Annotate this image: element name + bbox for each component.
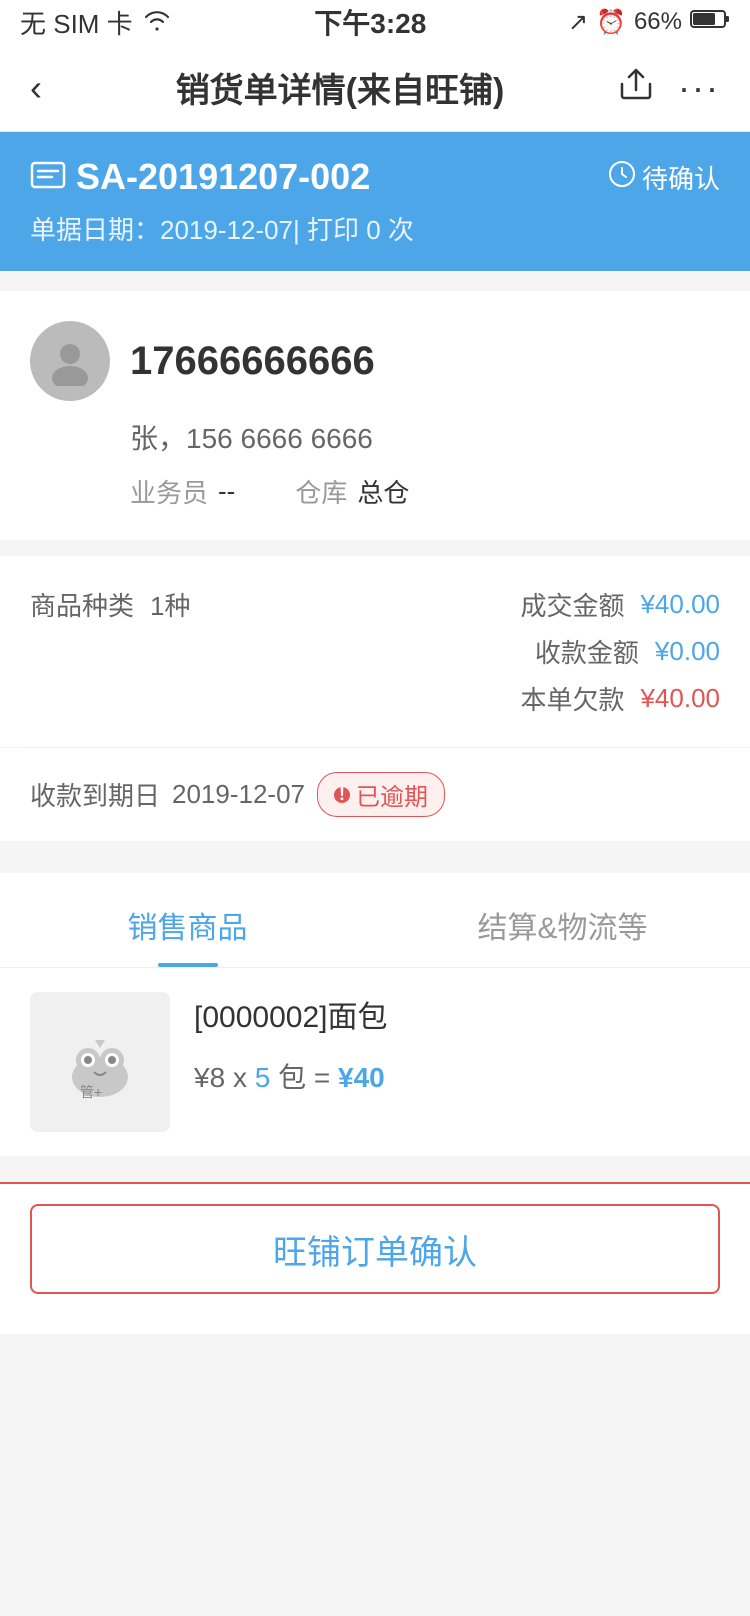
warehouse-label: 仓库 [295, 473, 347, 510]
status-time: 下午3:28 [314, 2, 426, 42]
collection-amount-label: 收款金额 [535, 633, 639, 670]
back-button[interactable]: ‹ [30, 67, 62, 109]
price-separator: x [233, 1062, 255, 1093]
carrier-label: 无 SIM 卡 [20, 4, 133, 41]
equals-sign: = [314, 1062, 338, 1093]
nav-bar: ‹ 销货单详情(来自旺铺) ··· [0, 44, 750, 132]
tab-products[interactable]: 销售商品 [0, 873, 375, 967]
order-id: SA-20191207-002 [30, 156, 370, 198]
order-icon [30, 156, 66, 198]
tab-settlement[interactable]: 结算&物流等 [375, 873, 750, 967]
due-date-value: 2019-12-07 [172, 779, 305, 810]
debt-amount-row: 本单欠款 ¥40.00 [520, 680, 720, 717]
svg-text:管+: 管+ [80, 1084, 102, 1100]
page-title: 销货单详情(来自旺铺) [62, 63, 618, 112]
order-status: 待确认 [608, 159, 720, 196]
more-icon[interactable]: ··· [678, 67, 720, 109]
customer-avatar [30, 321, 110, 401]
due-date-section: 收款到期日 2019-12-07 ! 已逾期 [0, 748, 750, 841]
product-name: [0000002]面包 [194, 992, 720, 1036]
salesperson-label: 业务员 [130, 473, 208, 510]
collection-amount-value: ¥0.00 [655, 636, 720, 667]
product-section: 管+ [0000002]面包 ¥8 x 5 包 = ¥40 [0, 968, 750, 1156]
total-price: ¥40 [338, 1062, 385, 1093]
collection-amount-row: 收款金额 ¥0.00 [535, 633, 720, 670]
unit-price: ¥8 [194, 1062, 225, 1093]
product-price: ¥8 x 5 包 = ¥40 [194, 1056, 720, 1096]
warehouse-value: 总仓 [357, 473, 409, 510]
product-type-item: 商品种类 1种 [30, 586, 190, 623]
customer-section: 17666666666 张，156 6666 6666 业务员 -- 仓库 总仓 [0, 291, 750, 540]
transaction-amount-value: ¥40.00 [640, 589, 720, 620]
salesperson-meta: 业务员 -- [130, 473, 235, 510]
confirm-order-button[interactable]: 旺铺订单确认 [30, 1204, 720, 1294]
location-icon: ↗ [568, 8, 588, 37]
debt-amount-value: ¥40.00 [640, 683, 720, 714]
product-image: 管+ [30, 992, 170, 1132]
due-date-label: 收款到期日 [30, 776, 160, 813]
product-type-label: 商品种类 [30, 586, 134, 623]
customer-phone: 17666666666 [130, 339, 375, 384]
status-right: ↗ ⏰ 66% [568, 8, 730, 37]
amounts-section: 成交金额 ¥40.00 收款金额 ¥0.00 本单欠款 ¥40.00 [520, 586, 720, 717]
status-left: 无 SIM 卡 [20, 4, 173, 41]
section-divider-2 [0, 841, 750, 857]
salesperson-value: -- [218, 476, 235, 507]
overdue-icon: ! [334, 787, 350, 803]
product-info: [0000002]面包 ¥8 x 5 包 = ¥40 [194, 992, 720, 1096]
nav-actions: ··· [618, 66, 720, 109]
battery-icon [690, 8, 730, 37]
transaction-amount-label: 成交金额 [520, 586, 624, 623]
clock-icon [608, 160, 636, 195]
tabs-section: 销售商品 结算&物流等 [0, 873, 750, 968]
alarm-icon: ⏰ [596, 8, 626, 37]
product-type-value: 1种 [150, 586, 190, 623]
debt-amount-label: 本单欠款 [520, 680, 624, 717]
warehouse-meta: 仓库 总仓 [295, 473, 409, 510]
quantity: 5 [255, 1062, 271, 1093]
summary-section: 商品种类 1种 成交金额 ¥40.00 收款金额 ¥0.00 本单欠款 ¥40.… [0, 556, 750, 747]
order-header: SA-20191207-002 待确认 单据日期：2019-12-07| 打印 … [0, 132, 750, 271]
overdue-text: 已逾期 [356, 777, 428, 812]
battery-level: 66% [634, 8, 682, 36]
overdue-badge: ! 已逾期 [317, 772, 445, 817]
order-date: 单据日期：2019-12-07| 打印 0 次 [30, 210, 720, 247]
status-bar: 无 SIM 卡 下午3:28 ↗ ⏰ 66% [0, 0, 750, 44]
share-icon[interactable] [618, 66, 654, 109]
wifi-icon [141, 7, 173, 38]
transaction-amount-row: 成交金额 ¥40.00 [520, 586, 720, 623]
unit: 包 [278, 1062, 306, 1093]
section-divider-1 [0, 540, 750, 556]
bottom-bar: 旺铺订单确认 [0, 1182, 750, 1334]
customer-name: 张，156 6666 6666 [30, 417, 720, 457]
